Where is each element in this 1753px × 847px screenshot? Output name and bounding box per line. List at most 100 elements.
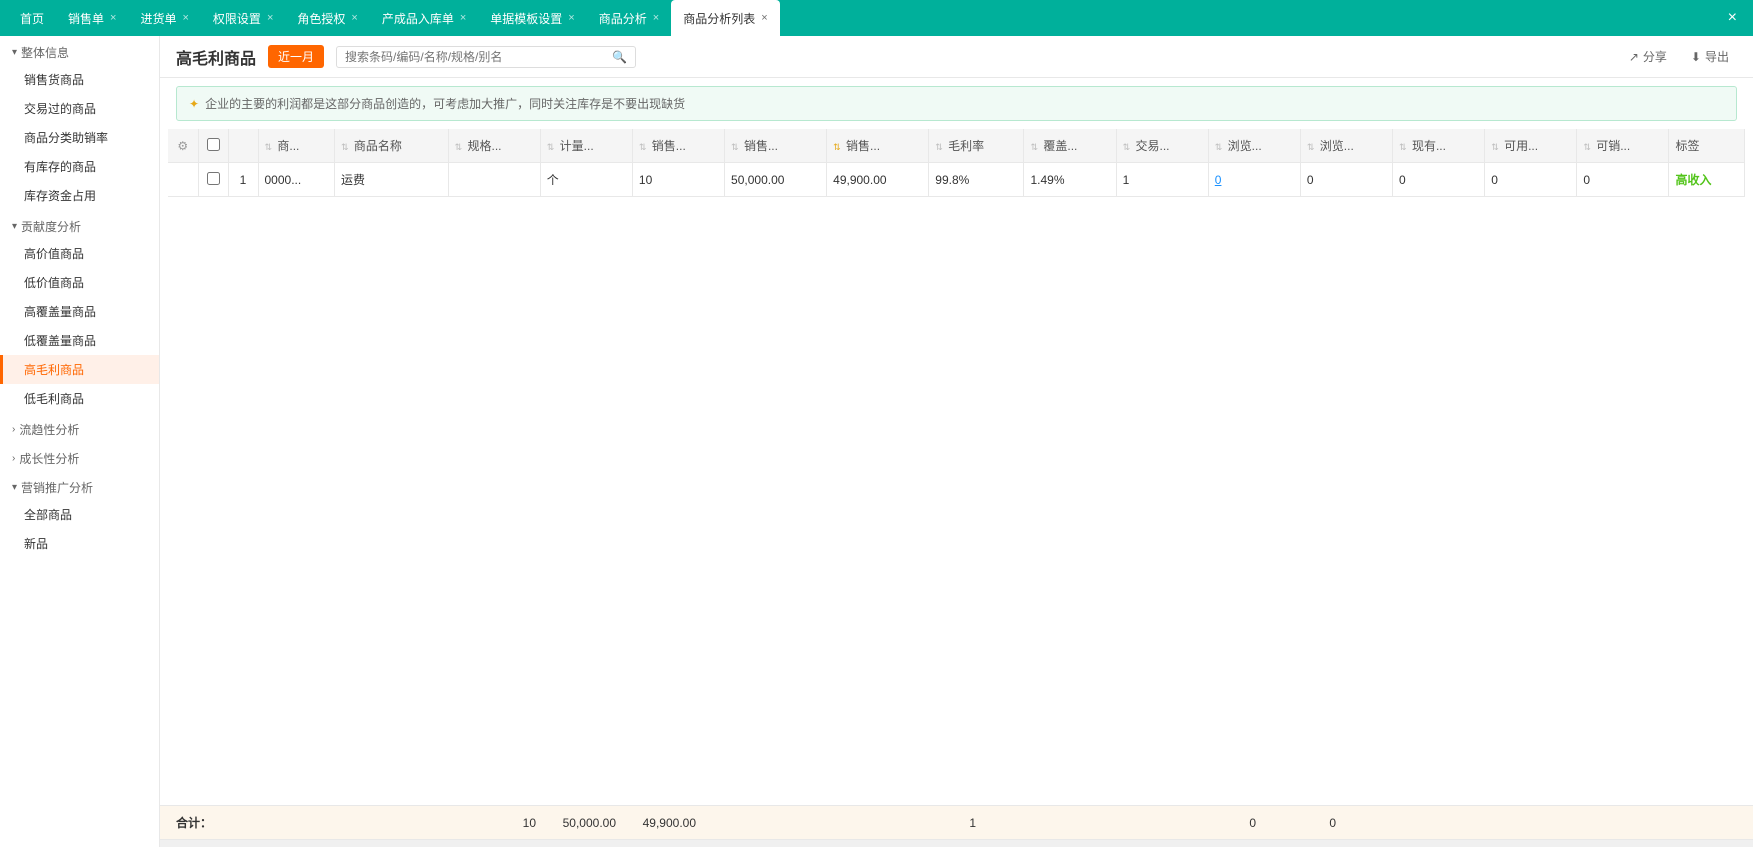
col-coverage: ⇅ 覆盖... [1024,129,1116,163]
sidebar-group-contribution[interactable]: ▾ 贡献度分析 [0,210,159,239]
nav-finished[interactable]: 产成品入库单 × [370,0,478,36]
content-header: 高毛利商品 近一月 🔍 ↗ 分享 ⬇ 导出 [160,36,1753,78]
sidebar-item-low-value[interactable]: 低价值商品 [0,268,159,297]
col-code: ⇅ 商... [258,129,334,163]
sidebar-item-high-freq[interactable]: 高覆盖量商品 [0,297,159,326]
top-navigation: 首页 销售单 × 进货单 × 权限设置 × 角色授权 × 产成品入库单 × 单据… [0,0,1753,36]
close-all-button[interactable]: × [1720,9,1745,27]
sidebar-item-low-margin[interactable]: 低毛利商品 [0,384,159,413]
nav-purchase[interactable]: 进货单 × [128,0,200,36]
nav-role[interactable]: 角色授权 × [285,0,369,36]
col-spec: ⇅ 规格... [448,129,540,163]
sidebar-group-growth[interactable]: › 成长性分析 [0,442,159,471]
nav-home[interactable]: 首页 [8,0,56,36]
col-current-stock: ⇅ 现有... [1393,129,1485,163]
filter-recent-month-button[interactable]: 近一月 [268,45,324,68]
close-role-tab[interactable]: × [351,12,357,24]
col-sales-amount: ⇅ 销售... [725,129,827,163]
col-index [228,129,258,163]
sidebar-item-analysis-rate[interactable]: 商品分类助销率 [0,123,159,152]
sidebar-item-all-products[interactable]: 全部商品 [0,500,159,529]
browse1-link[interactable]: 0 [1215,173,1222,187]
col-browse2: ⇅ 浏览... [1300,129,1392,163]
nav-permission[interactable]: 权限设置 × [201,0,285,36]
col-gross-rate: ⇅ 毛利率 [929,129,1024,163]
close-finished-tab[interactable]: × [460,12,466,24]
sidebar-item-stock-products[interactable]: 有库存的商品 [0,152,159,181]
search-box: 🔍 [336,46,636,68]
footer-sales-cost: 49,900.00 [622,816,702,830]
sidebar-item-low-freq[interactable]: 低覆盖量商品 [0,326,159,355]
cell-sales-count: 10 [632,163,724,197]
nav-analysis-list[interactable]: 商品分析列表 × [671,0,779,36]
footer-label: 合计： [176,814,212,831]
sidebar-collapse-button[interactable]: « [159,422,160,462]
cell-index: 1 [228,163,258,197]
close-purchase-tab[interactable]: × [182,12,188,24]
search-icon[interactable]: 🔍 [612,50,627,64]
cell-sales-amount: 50,000.00 [725,163,827,197]
col-settings: ⚙ [168,129,198,163]
nav-template[interactable]: 单据模板设置 × [478,0,586,36]
header-actions: ↗ 分享 ⬇ 导出 [1621,44,1737,69]
col-transaction: ⇅ 交易... [1116,129,1208,163]
share-icon: ↗ [1629,50,1639,64]
close-analysis-tab[interactable]: × [653,12,659,24]
close-template-tab[interactable]: × [568,12,574,24]
footer-available: 0 [1182,816,1262,830]
col-checkbox [198,129,228,163]
footer-sales-amount: 50,000.00 [542,816,622,830]
nav-analysis[interactable]: 商品分析 × [587,0,671,36]
footer-sales-count: 10 [462,816,542,830]
col-sales-count: ⇅ 销售... [632,129,724,163]
footer-sellable: 0 [1262,816,1342,830]
footer-transaction: 1 [902,816,982,830]
products-table: ⚙ ⇅ 商... ⇅ 商品名称 [168,129,1745,197]
table-row[interactable]: 1 0000... 运费 个 [168,163,1745,197]
close-sales-tab[interactable]: × [110,12,116,24]
page-title: 高毛利商品 [176,45,256,69]
cell-browse2: 0 [1300,163,1392,197]
sidebar-item-high-margin[interactable]: 高毛利商品 [0,355,159,384]
cell-checkbox [198,163,228,197]
sidebar-item-high-value[interactable]: 高价值商品 [0,239,159,268]
settings-icon[interactable]: ⚙ [177,139,188,153]
cell-gross-rate: 99.8% [929,163,1024,197]
info-banner: ✦ 企业的主要的利润都是这部分商品创造的，可考虑加大推广，同时关注库存是不要出现… [176,86,1737,121]
table-container[interactable]: ⚙ ⇅ 商... ⇅ 商品名称 [160,129,1753,805]
sidebar-item-sales-products[interactable]: 销售货商品 [0,65,159,94]
group-arrow-overall: ▾ [12,47,17,58]
col-sales-cost: ⇅ 销售... [827,129,929,163]
group-arrow-trend: › [12,424,15,435]
group-arrow-marketing: ▾ [12,482,17,493]
cell-tag: 高收入 [1669,163,1745,197]
cell-sellable: 0 [1577,163,1669,197]
group-arrow-contribution: ▾ [12,221,17,232]
export-icon: ⬇ [1691,50,1701,64]
cell-transaction: 1 [1116,163,1208,197]
col-available: ⇅ 可用... [1485,129,1577,163]
main-layout: « ▾ 整体信息 销售货商品 交易过的商品 商品分类助销率 有库存的商品 库存资… [0,36,1753,847]
cell-available: 0 [1485,163,1577,197]
star-icon: ✦ [189,97,199,111]
cell-coverage: 1.49% [1024,163,1116,197]
close-permission-tab[interactable]: × [267,12,273,24]
sidebar-group-trend[interactable]: › 流趋性分析 [0,413,159,442]
sidebar-group-marketing[interactable]: ▾ 营销推广分析 [0,471,159,500]
cell-sales-cost: 49,900.00 [827,163,929,197]
sidebar-item-traded-products[interactable]: 交易过的商品 [0,94,159,123]
close-analysis-list-tab[interactable]: × [761,12,767,24]
content-area: 高毛利商品 近一月 🔍 ↗ 分享 ⬇ 导出 ✦ 企业的主要的利润都是这部分商品创… [160,36,1753,847]
export-button[interactable]: ⬇ 导出 [1683,44,1737,69]
row-checkbox[interactable] [207,172,220,185]
select-all-checkbox[interactable] [207,138,220,151]
sidebar-item-new-products[interactable]: 新品 [0,529,159,558]
col-tag: 标签 [1669,129,1745,163]
share-button[interactable]: ↗ 分享 [1621,44,1675,69]
search-input[interactable] [345,50,612,64]
sidebar-item-stock-capital[interactable]: 库存资金占用 [0,181,159,210]
horizontal-scrollbar[interactable] [160,839,1753,847]
col-name: ⇅ 商品名称 [334,129,448,163]
nav-sales[interactable]: 销售单 × [56,0,128,36]
sidebar-group-overall[interactable]: ▾ 整体信息 [0,36,159,65]
